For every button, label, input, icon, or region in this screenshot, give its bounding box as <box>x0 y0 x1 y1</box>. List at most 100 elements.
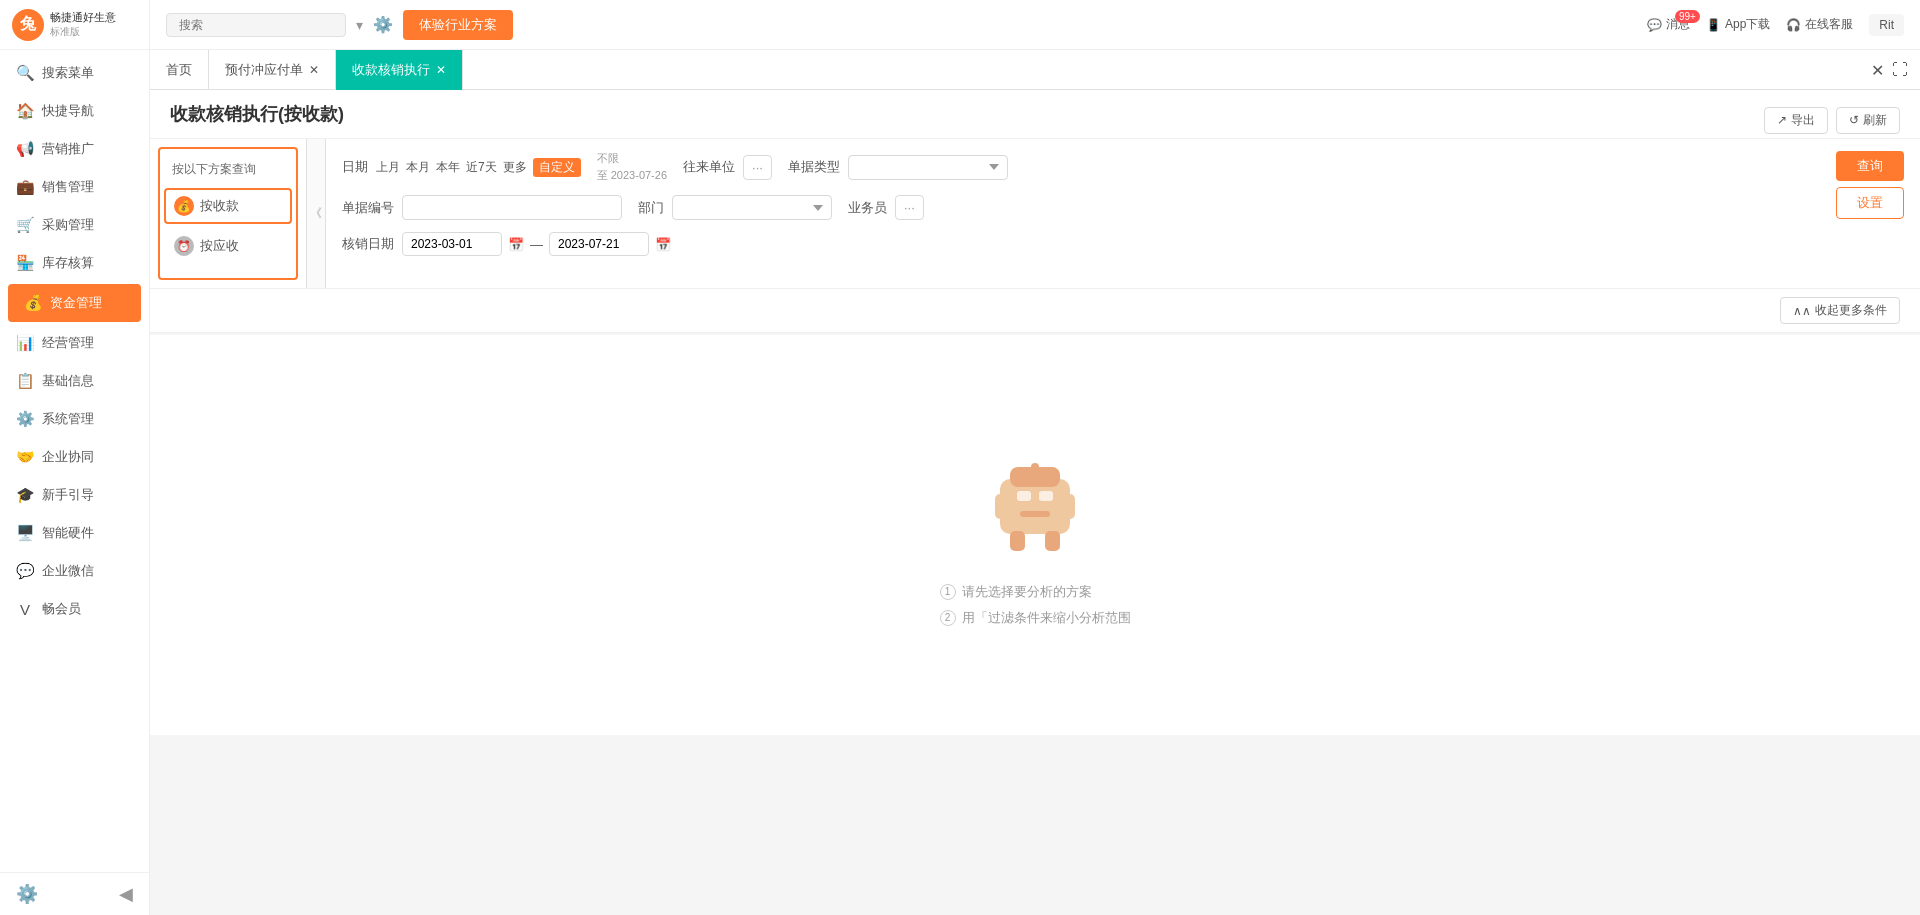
filter-option-by-receipt[interactable]: 💰 按收款 <box>164 188 292 224</box>
filter-option-receivable-icon: ⏰ <box>174 236 194 256</box>
sidebar-item-purchase[interactable]: 🛒 采购管理 <box>0 206 149 244</box>
empty-tip-2: 2 用「过滤条件来缩小分析范围 <box>940 605 1131 631</box>
tab-maximize-icon[interactable]: ⛶ <box>1892 61 1908 79</box>
filter-option-receipt-icon: 💰 <box>174 196 194 216</box>
date-shortcut-thismonth[interactable]: 本月 <box>406 159 430 176</box>
date-shortcut-7days[interactable]: 近7天 <box>466 159 497 176</box>
date-range-separator: — <box>530 237 543 252</box>
industry-solution-button[interactable]: 体验行业方案 <box>403 10 513 40</box>
sidebar-item-wechat[interactable]: 💬 企业微信 <box>0 552 149 590</box>
collapse-more-conditions-btn[interactable]: ∧∧ 收起更多条件 <box>1780 297 1900 324</box>
sidebar-item-hardware[interactable]: 🖥️ 智能硬件 <box>0 514 149 552</box>
user-profile[interactable]: Rit <box>1869 14 1904 36</box>
online-service-item[interactable]: 🎧 在线客服 <box>1786 16 1853 33</box>
home-icon: 🏠 <box>16 102 34 120</box>
basicinfo-icon: 📋 <box>16 372 34 390</box>
sidebar-item-operations[interactable]: 📊 经营管理 <box>0 324 149 362</box>
topbar-gear-icon[interactable]: ⚙️ <box>373 15 393 34</box>
refresh-label: 刷新 <box>1863 112 1887 129</box>
sidebar-item-quicknav[interactable]: 🏠 快捷导航 <box>0 92 149 130</box>
sidebar-item-search[interactable]: 🔍 搜索菜单 <box>0 54 149 92</box>
filter-option-by-receivable[interactable]: ⏰ 按应收 <box>160 226 296 266</box>
sidebar-item-inventory-label: 库存核算 <box>42 254 94 272</box>
order-type-select[interactable] <box>848 155 1008 180</box>
tab-close-window-icon[interactable]: ✕ <box>1871 61 1884 80</box>
tab-home-label: 首页 <box>166 61 192 79</box>
tab-prepay-close-icon[interactable]: ✕ <box>309 63 319 77</box>
salesman-ellipsis-btn[interactable]: ··· <box>895 195 924 220</box>
purchase-icon: 🛒 <box>16 216 34 234</box>
refresh-icon: ↺ <box>1849 113 1859 127</box>
filter-sidebar-title: 按以下方案查询 <box>160 161 296 186</box>
date-shortcut-more[interactable]: 更多 <box>503 159 527 176</box>
sidebar-item-marketing-label: 营销推广 <box>42 140 94 158</box>
dept-field: 部门 <box>638 195 832 220</box>
salesman-field: 业务员 ··· <box>848 195 924 220</box>
sysadmin-icon: ⚙️ <box>16 410 34 428</box>
dept-select[interactable] <box>672 195 832 220</box>
refresh-button[interactable]: ↺ 刷新 <box>1836 107 1900 134</box>
app-version: 标准版 <box>50 25 116 39</box>
order-no-field: 单据编号 <box>342 195 622 220</box>
sidebar-item-sales[interactable]: 💼 销售管理 <box>0 168 149 206</box>
verify-start-input[interactable] <box>402 232 502 256</box>
collapse-sidebar-icon[interactable]: ◀ <box>119 883 133 905</box>
counterpart-ellipsis-btn[interactable]: ··· <box>743 155 772 180</box>
order-no-input[interactable] <box>402 195 622 220</box>
filter-sidebar-collapse-btn[interactable]: 《 <box>306 139 326 288</box>
search-icon: 🔍 <box>16 64 34 82</box>
sidebar-item-purchase-label: 采购管理 <box>42 216 94 234</box>
sidebar-item-marketing[interactable]: 📢 营销推广 <box>0 130 149 168</box>
query-button[interactable]: 查询 <box>1836 151 1904 181</box>
main-area: ▾ ⚙️ 体验行业方案 💬 消息 99+ 📱 App下载 🎧 在线客服 Rit <box>150 0 1920 915</box>
sidebar-item-hardware-label: 智能硬件 <box>42 524 94 542</box>
sidebar-item-collab[interactable]: 🤝 企业协同 <box>0 438 149 476</box>
sidebar-item-sysadmin[interactable]: ⚙️ 系统管理 <box>0 400 149 438</box>
topbar-search-input[interactable] <box>166 13 346 37</box>
tab-prepay[interactable]: 预付冲应付单 ✕ <box>209 50 336 90</box>
tab-home[interactable]: 首页 <box>150 50 209 90</box>
verify-end-cal-icon[interactable]: 📅 <box>655 237 671 252</box>
topbar: ▾ ⚙️ 体验行业方案 💬 消息 99+ 📱 App下载 🎧 在线客服 Rit <box>150 0 1920 50</box>
app-download-item[interactable]: 📱 App下载 <box>1706 16 1770 33</box>
tabbar: 首页 预付冲应付单 ✕ 收款核销执行 ✕ ✕ ⛶ <box>150 50 1920 90</box>
date-shortcuts: 上月 本月 本年 近7天 更多 自定义 <box>376 158 581 177</box>
date-to-text: 至 2023-07-26 <box>597 168 667 183</box>
sidebar-item-basicinfo[interactable]: 📋 基础信息 <box>0 362 149 400</box>
empty-state: 1 请先选择要分析的方案 2 用「过滤条件来缩小分析范围 <box>150 335 1920 735</box>
sidebar-item-guide[interactable]: 🎓 新手引导 <box>0 476 149 514</box>
empty-tip-1-text: 请先选择要分析的方案 <box>962 579 1092 605</box>
settings-button[interactable]: 设置 <box>1836 187 1904 219</box>
date-shortcut-thisyear[interactable]: 本年 <box>436 159 460 176</box>
sidebar-item-basicinfo-label: 基础信息 <box>42 372 94 390</box>
settings-bottom-icon[interactable]: ⚙️ <box>16 883 38 905</box>
tab-prepay-label: 预付冲应付单 <box>225 61 303 79</box>
verify-end-input[interactable] <box>549 232 649 256</box>
sidebar-logo: 兔 畅捷通好生意 标准版 <box>0 0 149 50</box>
messages-icon-item[interactable]: 💬 消息 99+ <box>1647 16 1690 33</box>
export-label: 导出 <box>1791 112 1815 129</box>
collapse-more-icon: ∧∧ <box>1793 304 1811 318</box>
sidebar-item-inventory[interactable]: 🏪 库存核算 <box>0 244 149 282</box>
verify-date-label: 核销日期 <box>342 235 394 253</box>
order-type-field: 单据类型 <box>788 155 1008 180</box>
service-icon: 🎧 <box>1786 18 1801 32</box>
svg-rect-6 <box>995 494 1005 519</box>
sidebar-item-finance-label: 资金管理 <box>50 294 102 312</box>
tab-receipt[interactable]: 收款核销执行 ✕ <box>336 50 463 90</box>
topbar-dropdown-icon[interactable]: ▾ <box>356 17 363 33</box>
export-button[interactable]: ↗ 导出 <box>1764 107 1828 134</box>
sidebar-item-finance[interactable]: 💰 资金管理 <box>8 284 141 322</box>
sidebar-item-collab-label: 企业协同 <box>42 448 94 466</box>
date-shortcut-lastmonth[interactable]: 上月 <box>376 159 400 176</box>
filter-sidebar: 按以下方案查询 💰 按收款 ⏰ 按应收 <box>158 147 298 280</box>
guide-icon: 🎓 <box>16 486 34 504</box>
wechat-icon: 💬 <box>16 562 34 580</box>
sidebar-item-member[interactable]: V 畅会员 <box>0 590 149 628</box>
date-shortcut-custom[interactable]: 自定义 <box>533 158 581 177</box>
verify-start-cal-icon[interactable]: 📅 <box>508 237 524 252</box>
tab-receipt-close-icon[interactable]: ✕ <box>436 63 446 77</box>
dept-label: 部门 <box>638 199 664 217</box>
counterpart-field: 往来单位 ··· <box>683 155 772 180</box>
empty-illustration <box>975 439 1095 559</box>
